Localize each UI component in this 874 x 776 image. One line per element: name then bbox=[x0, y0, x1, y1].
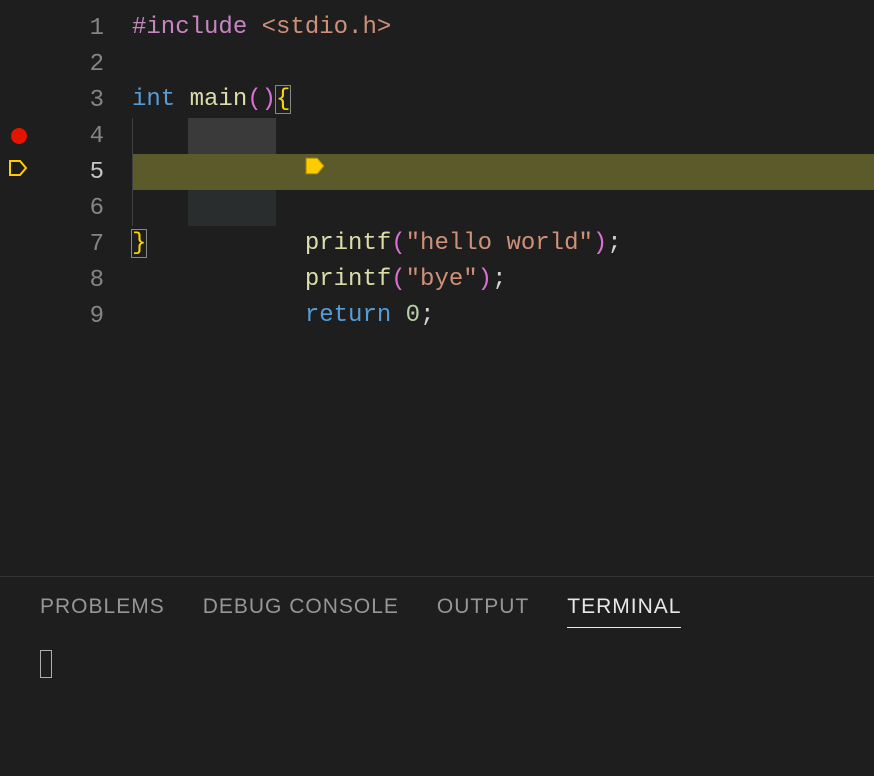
line-number: 9 bbox=[90, 303, 132, 330]
code-line[interactable]: return 0; bbox=[132, 190, 874, 226]
line-number: 5 bbox=[90, 159, 132, 186]
tab-debug-console[interactable]: DEBUG CONSOLE bbox=[203, 595, 399, 628]
token-paren: ( bbox=[247, 86, 261, 113]
code-line[interactable]: int main(){ bbox=[132, 82, 874, 118]
token-space bbox=[247, 14, 261, 41]
terminal-cursor bbox=[40, 650, 52, 678]
line-number: 8 bbox=[90, 267, 132, 294]
token-paren: ) bbox=[262, 86, 276, 113]
token-function: main bbox=[190, 86, 248, 113]
tab-problems[interactable]: PROBLEMS bbox=[40, 595, 165, 628]
token-keyword: int bbox=[132, 86, 175, 113]
token-space bbox=[175, 86, 189, 113]
line-number: 1 bbox=[90, 15, 132, 42]
terminal-content[interactable] bbox=[0, 638, 874, 776]
code-line[interactable] bbox=[132, 262, 874, 298]
code-line[interactable]: #include <stdio.h> bbox=[132, 10, 874, 46]
tab-output[interactable]: OUTPUT bbox=[437, 595, 529, 628]
line-number: 4 bbox=[90, 123, 132, 150]
panel-tabs: PROBLEMS DEBUG CONSOLE OUTPUT TERMINAL bbox=[0, 577, 874, 638]
line-number: 7 bbox=[90, 231, 132, 258]
code-editor[interactable]: 1 2 3 4 5 6 7 8 9 #include <stdio.h> bbox=[0, 0, 874, 576]
tab-terminal[interactable]: TERMINAL bbox=[567, 595, 681, 628]
gutter: 1 2 3 4 5 6 7 8 9 bbox=[0, 10, 132, 334]
line-number: 3 bbox=[90, 87, 132, 114]
token-brace: { bbox=[275, 85, 291, 114]
code-line[interactable] bbox=[132, 298, 874, 334]
token-brace: } bbox=[131, 229, 147, 258]
bottom-panel: PROBLEMS DEBUG CONSOLE OUTPUT TERMINAL bbox=[0, 576, 874, 776]
line-number: 2 bbox=[90, 51, 132, 78]
line-number: 6 bbox=[90, 195, 132, 222]
token-directive: #include bbox=[132, 14, 247, 41]
code-line-current[interactable]: printf("bye"); bbox=[132, 154, 874, 190]
code-line[interactable] bbox=[132, 46, 874, 82]
token-include-path: <stdio.h> bbox=[262, 14, 392, 41]
breakpoint-icon[interactable] bbox=[10, 127, 28, 145]
execution-pointer-icon bbox=[8, 158, 28, 186]
code-content[interactable]: #include <stdio.h> int main(){ printf("h… bbox=[132, 10, 874, 334]
code-line[interactable]: } bbox=[132, 226, 874, 262]
